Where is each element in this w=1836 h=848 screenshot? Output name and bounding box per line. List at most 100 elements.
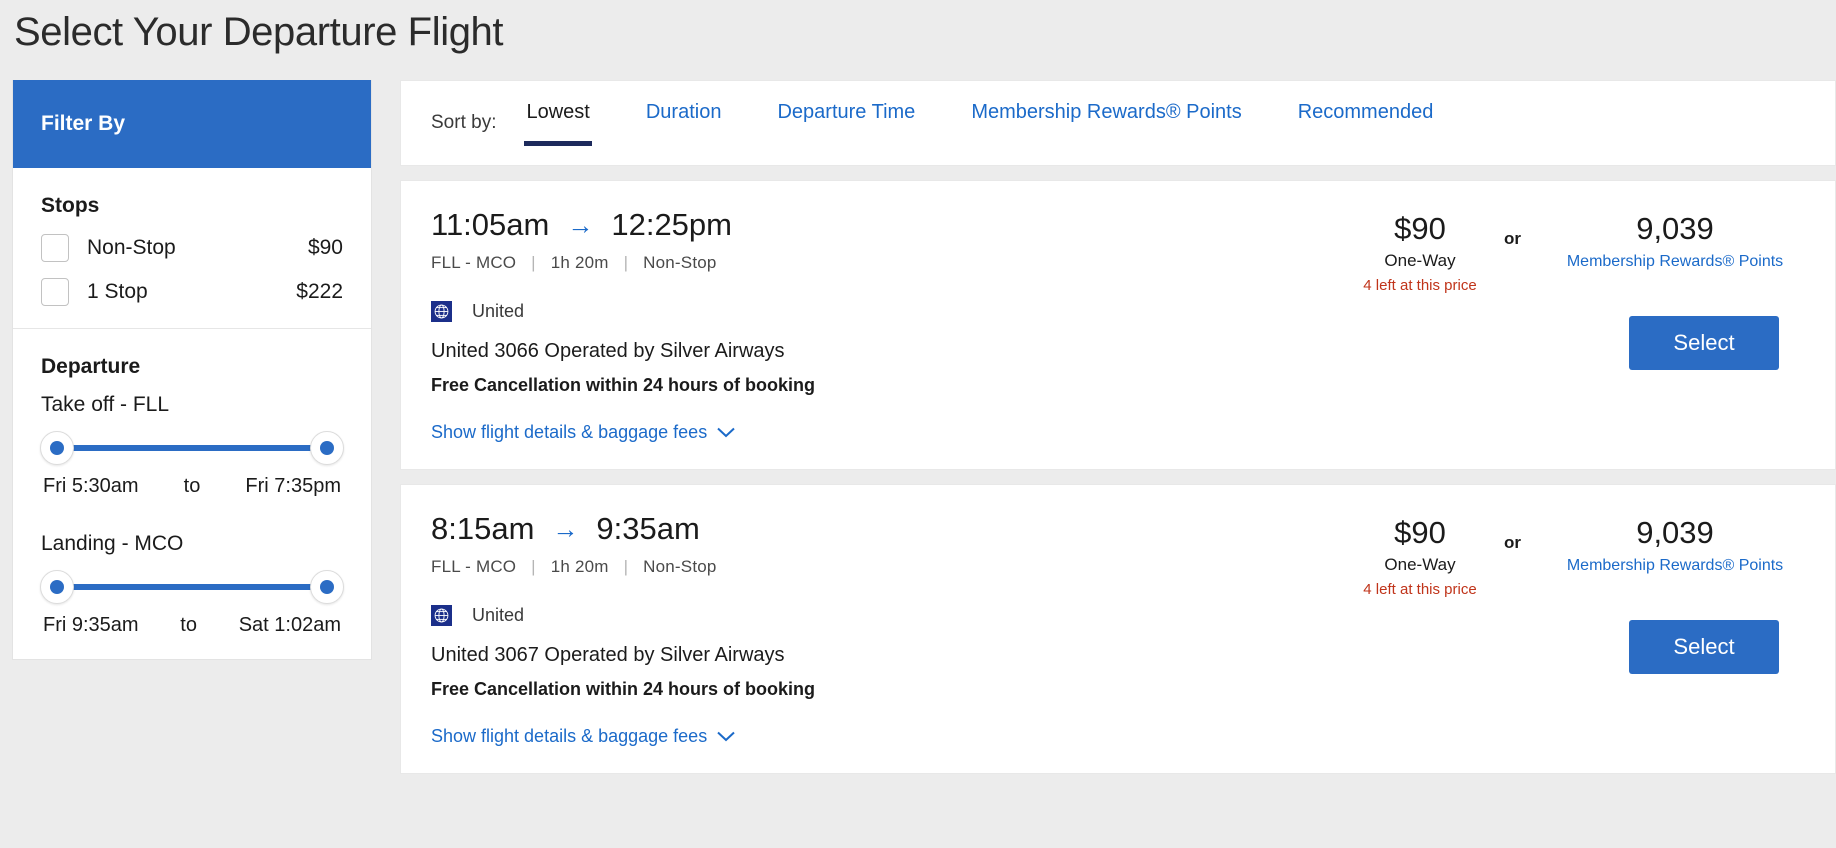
flight-info: 11:05am → 12:25pm FLL - MCO | 1h 20m | N… bbox=[431, 207, 1245, 443]
sort-option-departure-time[interactable]: Departure Time bbox=[777, 101, 915, 146]
landing-max-time: Sat 1:02am bbox=[238, 614, 341, 636]
price-subtitle: One-Way bbox=[1384, 251, 1456, 270]
takeoff-slider-track[interactable] bbox=[57, 445, 327, 451]
flight-result-card: 8:15am → 9:35am FLL - MCO | 1h 20m | Non… bbox=[400, 484, 1836, 774]
price-amount: $90 bbox=[1394, 211, 1446, 246]
landing-slider-block: Landing - MCO Fri 9:35am to Sat 1:02am bbox=[40, 532, 344, 637]
sort-option-lowest[interactable]: Lowest bbox=[524, 101, 593, 146]
meta-separator: | bbox=[623, 253, 629, 272]
points-label[interactable]: Membership Rewards® Points bbox=[1545, 557, 1805, 575]
arrow-right-icon: → bbox=[567, 210, 594, 240]
flight-info: 8:15am → 9:35am FLL - MCO | 1h 20m | Non… bbox=[431, 511, 1245, 747]
landing-slider-track[interactable] bbox=[57, 584, 327, 590]
filter-option-non-stop[interactable]: Non-Stop $90 bbox=[41, 234, 343, 262]
sort-option-membership-rewards-points[interactable]: Membership Rewards® Points bbox=[971, 101, 1241, 146]
checkbox-price-one-stop: $222 bbox=[296, 280, 343, 303]
flight-duration: 1h 20m bbox=[550, 253, 609, 272]
takeoff-time-slider[interactable] bbox=[40, 425, 344, 471]
stops-section-title: Stops bbox=[41, 194, 100, 217]
flight-depart-time: 11:05am bbox=[431, 207, 550, 242]
points-price-block: 9,039 Membership Rewards® Points bbox=[1545, 211, 1805, 271]
airline-name: United bbox=[472, 301, 525, 321]
checkbox-one-stop[interactable] bbox=[41, 278, 69, 306]
stops-filter-section: Stops Non-Stop $90 1 Stop $222 bbox=[13, 168, 371, 329]
price-amount: $90 bbox=[1394, 515, 1446, 550]
flight-operator: United 3066 Operated by Silver Airways bbox=[431, 340, 785, 362]
takeoff-to-label: to bbox=[183, 475, 201, 497]
select-button[interactable]: Select bbox=[1629, 620, 1779, 674]
meta-separator: | bbox=[531, 557, 536, 576]
airline-row: United bbox=[431, 605, 1245, 626]
or-separator: or bbox=[1504, 229, 1521, 248]
flight-route: FLL - MCO bbox=[431, 557, 517, 576]
landing-slider-handle-min[interactable] bbox=[40, 570, 74, 604]
meta-separator: | bbox=[531, 253, 536, 272]
price-row: $90 One-Way 4 left at this price or 9,03… bbox=[1245, 515, 1805, 598]
cash-price-block: $90 One-Way 4 left at this price bbox=[1360, 211, 1480, 294]
flight-operator: United 3067 Operated by Silver Airways bbox=[431, 644, 785, 666]
airline-row: United bbox=[431, 301, 1245, 322]
flight-duration: 1h 20m bbox=[550, 557, 609, 576]
flight-cancellation-policy: Free Cancellation within 24 hours of boo… bbox=[431, 375, 816, 395]
landing-slider-values: Fri 9:35am to Sat 1:02am bbox=[41, 614, 343, 637]
arrow-right-icon: → bbox=[552, 514, 579, 544]
landing-min-time: Fri 9:35am bbox=[43, 614, 139, 636]
page-title: Select Your Departure Flight bbox=[14, 10, 504, 54]
flight-arrive-time: 9:35am bbox=[596, 511, 700, 546]
departure-section-title: Departure bbox=[41, 355, 141, 378]
flight-result-card: 11:05am → 12:25pm FLL - MCO | 1h 20m | N… bbox=[400, 180, 1836, 470]
takeoff-max-time: Fri 7:35pm bbox=[245, 475, 341, 497]
chevron-down-icon bbox=[717, 427, 735, 438]
flight-pricing: $90 One-Way 4 left at this price or 9,03… bbox=[1245, 511, 1805, 747]
price-row: $90 One-Way 4 left at this price or 9,03… bbox=[1245, 211, 1805, 294]
points-price-block: 9,039 Membership Rewards® Points bbox=[1545, 515, 1805, 575]
show-flight-details-link[interactable]: Show flight details & baggage fees bbox=[431, 726, 735, 747]
checkbox-non-stop[interactable] bbox=[41, 234, 69, 262]
filter-by-header: Filter By bbox=[13, 80, 371, 168]
checkbox-label-one-stop: 1 Stop bbox=[87, 280, 148, 303]
landing-to-label: to bbox=[180, 614, 197, 636]
flight-cancellation-policy: Free Cancellation within 24 hours of boo… bbox=[431, 679, 816, 699]
show-flight-details-link[interactable]: Show flight details & baggage fees bbox=[431, 422, 735, 443]
takeoff-slider-label: Take off - FLL bbox=[41, 393, 170, 416]
flight-times: 8:15am → 9:35am bbox=[431, 511, 1245, 547]
takeoff-slider-handle-max[interactable] bbox=[310, 431, 344, 465]
sort-option-recommended[interactable]: Recommended bbox=[1298, 101, 1434, 146]
main-layout: Filter By Stops Non-Stop $90 1 Stop $222… bbox=[0, 80, 1836, 774]
checkbox-price-non-stop: $90 bbox=[307, 236, 343, 259]
select-button[interactable]: Select bbox=[1629, 316, 1779, 370]
landing-slider-handle-max[interactable] bbox=[310, 570, 344, 604]
flight-route: FLL - MCO bbox=[431, 253, 517, 272]
show-flight-details-label: Show flight details & baggage fees bbox=[431, 422, 708, 442]
flight-times: 11:05am → 12:25pm bbox=[431, 207, 1245, 243]
takeoff-slider-handle-min[interactable] bbox=[40, 431, 74, 465]
landing-slider-label: Landing - MCO bbox=[41, 532, 184, 555]
departure-filter-section: Departure Take off - FLL Fri 5:30am to F… bbox=[13, 329, 371, 659]
seats-left-warning: 4 left at this price bbox=[1363, 277, 1477, 294]
takeoff-min-time: Fri 5:30am bbox=[43, 475, 139, 497]
landing-time-slider[interactable] bbox=[40, 564, 344, 610]
flight-results-panel: Sort by: Lowest Duration Departure Time … bbox=[400, 80, 1836, 774]
united-globe-icon bbox=[431, 301, 452, 322]
or-separator: or bbox=[1504, 533, 1521, 552]
sort-option-duration[interactable]: Duration bbox=[646, 101, 722, 146]
cash-price-block: $90 One-Way 4 left at this price bbox=[1360, 515, 1480, 598]
airline-name: United bbox=[472, 605, 525, 625]
flight-meta: FLL - MCO | 1h 20m | Non-Stop bbox=[431, 253, 1245, 273]
points-amount: 9,039 bbox=[1636, 211, 1714, 246]
takeoff-slider-values: Fri 5:30am to Fri 7:35pm bbox=[41, 475, 343, 498]
united-globe-icon bbox=[431, 605, 452, 626]
flight-depart-time: 8:15am bbox=[431, 511, 535, 546]
points-amount: 9,039 bbox=[1636, 515, 1714, 550]
flight-pricing: $90 One-Way 4 left at this price or 9,03… bbox=[1245, 207, 1805, 443]
checkbox-label-non-stop: Non-Stop bbox=[87, 236, 176, 259]
flight-stops: Non-Stop bbox=[643, 253, 717, 272]
flight-meta: FLL - MCO | 1h 20m | Non-Stop bbox=[431, 557, 1245, 577]
sort-bar: Sort by: Lowest Duration Departure Time … bbox=[400, 80, 1836, 166]
meta-separator: | bbox=[623, 557, 629, 576]
filter-sidebar: Filter By Stops Non-Stop $90 1 Stop $222… bbox=[12, 80, 372, 660]
points-label[interactable]: Membership Rewards® Points bbox=[1545, 253, 1805, 271]
flight-arrive-time: 12:25pm bbox=[611, 207, 732, 242]
sort-by-label: Sort by: bbox=[431, 112, 497, 133]
filter-option-one-stop[interactable]: 1 Stop $222 bbox=[41, 278, 343, 306]
